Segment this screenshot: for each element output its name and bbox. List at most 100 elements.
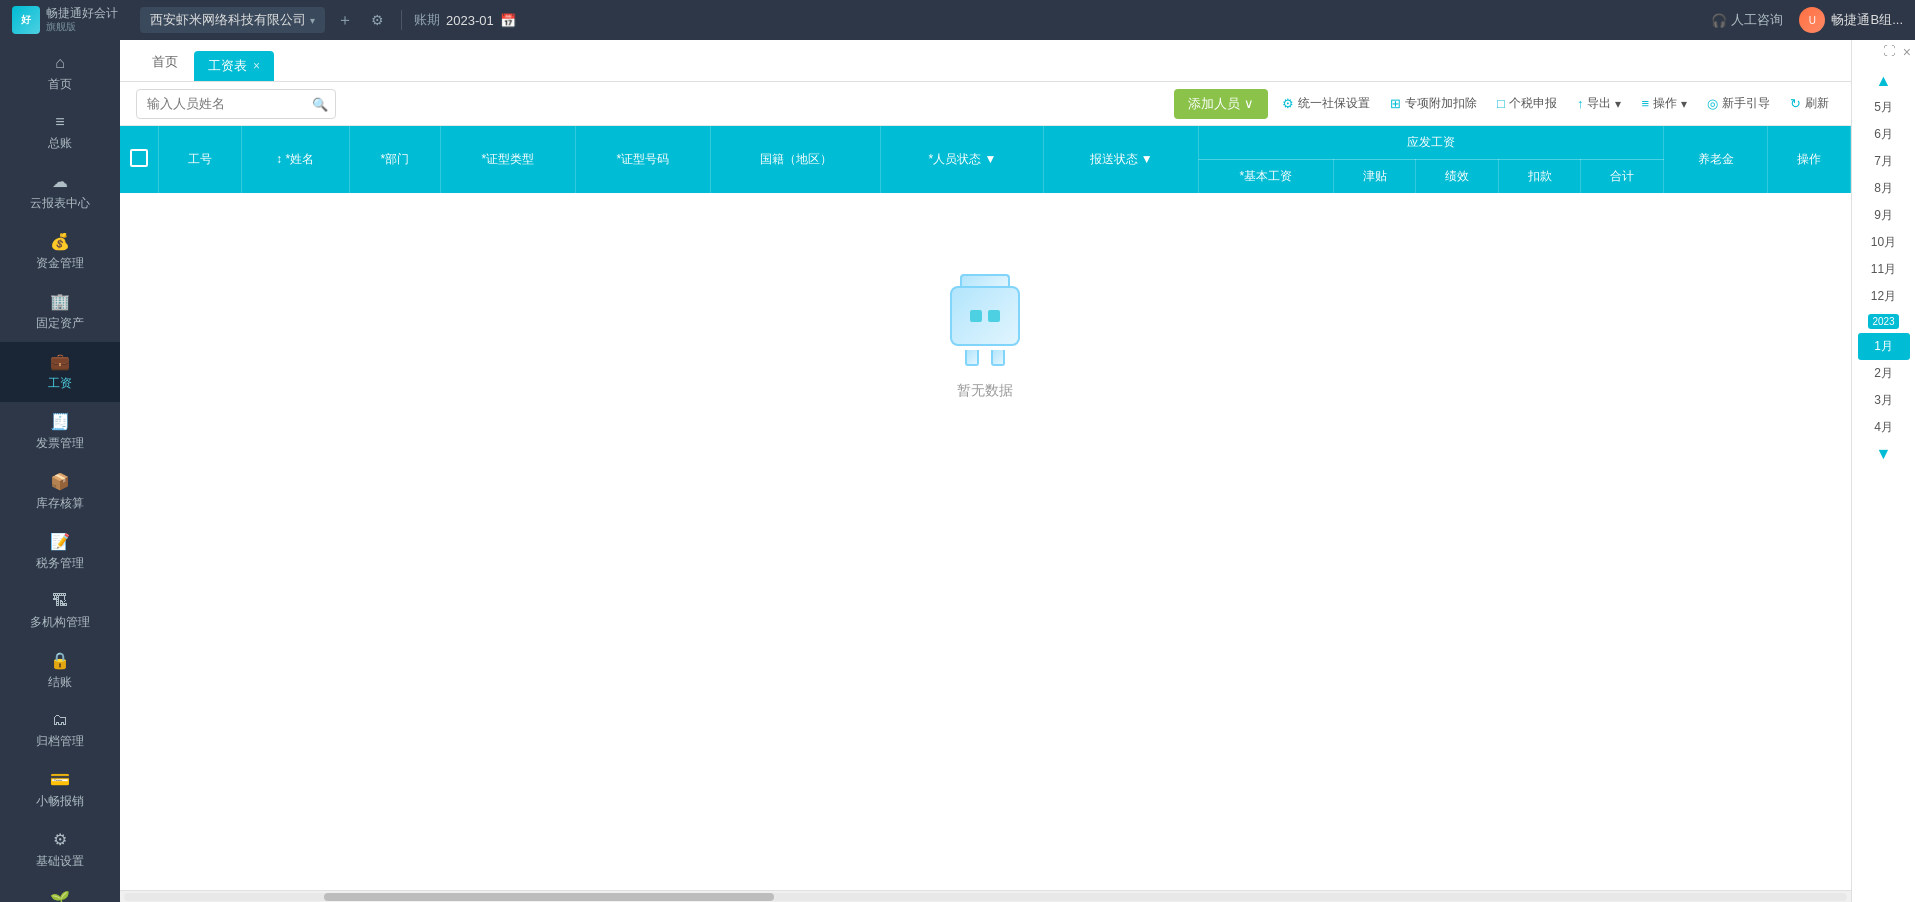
salary-table: 工号 ↕ *姓名 *部门 *证型类型 *证型号码 国籍（地区） *人员状态 ▼ … <box>120 126 1851 480</box>
tax-icon: 📝 <box>50 532 70 551</box>
th-id-no: *证型号码 <box>575 126 710 193</box>
period-area: 账期 2023-01 📅 <box>414 11 516 29</box>
cloud-report-icon: ☁ <box>52 172 68 191</box>
user-label: 畅捷通B组... <box>1831 11 1903 29</box>
sidebar-item-fixed-assets[interactable]: 🏢 固定资产 <box>0 282 120 342</box>
special-deduct-icon: ⊞ <box>1390 96 1401 111</box>
month-10[interactable]: 10月 <box>1858 229 1910 256</box>
sidebar-item-label: 首页 <box>48 76 72 93</box>
robot-eye-right <box>988 310 1000 322</box>
tab-close-icon[interactable]: × <box>253 59 260 73</box>
search-input[interactable] <box>136 89 336 119</box>
add-person-chevron-icon: ∨ <box>1244 96 1254 111</box>
company-chevron-icon: ▾ <box>310 15 315 26</box>
month-11[interactable]: 11月 <box>1858 256 1910 283</box>
th-status[interactable]: *人员状态 ▼ <box>881 126 1044 193</box>
app-name: 畅捷通好会计 旗舰版 <box>46 6 118 34</box>
new-guide-button[interactable]: ◎ 新手引导 <box>1701 91 1776 116</box>
month-4[interactable]: 4月 <box>1858 414 1910 441</box>
refresh-icon: ↻ <box>1790 96 1801 111</box>
refresh-button[interactable]: ↻ 刷新 <box>1784 91 1835 116</box>
scroll-track[interactable] <box>124 893 1847 901</box>
month-6[interactable]: 6月 <box>1858 121 1910 148</box>
robot-leg-left <box>965 350 979 366</box>
special-deduct-button[interactable]: ⊞ 专项附加扣除 <box>1384 91 1483 116</box>
sidebar-item-invoice[interactable]: 🧾 发票管理 <box>0 402 120 462</box>
scroll-up-icon[interactable]: ▲ <box>1872 68 1896 94</box>
social-settings-button[interactable]: ⚙ 统一社保设置 <box>1276 91 1376 116</box>
robot-body <box>950 286 1020 346</box>
main-layout: ⌂ 首页 ≡ 总账 ☁ 云报表中心 💰 资金管理 🏢 固定资产 💼 工资 🧾 发… <box>0 40 1915 902</box>
tab-salary[interactable]: 工资表 × <box>194 51 274 81</box>
select-all-checkbox[interactable] <box>130 149 148 167</box>
sidebar-item-settings[interactable]: ⚙ 基础设置 <box>0 820 120 880</box>
month-7[interactable]: 7月 <box>1858 148 1910 175</box>
social-settings-icon: ⚙ <box>1282 96 1294 111</box>
th-checkbox[interactable] <box>120 126 159 193</box>
sidebar: ⌂ 首页 ≡ 总账 ☁ 云报表中心 💰 资金管理 🏢 固定资产 💼 工资 🧾 发… <box>0 40 120 902</box>
tax-report-button[interactable]: □ 个税申报 <box>1491 91 1563 116</box>
company-name: 西安虾米网络科技有限公司 <box>150 11 306 29</box>
scroll-thumb[interactable] <box>324 893 774 901</box>
sidebar-item-tax[interactable]: 📝 税务管理 <box>0 522 120 582</box>
settings-button[interactable]: ⚙ <box>365 8 389 32</box>
content-area: 首页 工资表 × 🔍 添加人员 ∨ ⚙ 统一社保设置 <box>120 40 1851 902</box>
operations-button[interactable]: ≡ 操作 ▾ <box>1635 91 1693 116</box>
expand-panel-icon[interactable]: ⛶ <box>1883 44 1895 58</box>
month-9[interactable]: 9月 <box>1858 202 1910 229</box>
top-header: 好 畅捷通好会计 旗舰版 西安虾米网络科技有限公司 ▾ ＋ ⚙ 账期 2023-… <box>0 0 1915 40</box>
tab-home[interactable]: 首页 <box>136 45 194 81</box>
sidebar-item-inventory[interactable]: 📦 库存核算 <box>0 462 120 522</box>
new-guide-icon: ◎ <box>1707 96 1718 111</box>
th-dept: *部门 <box>349 126 440 193</box>
th-allowance: 津贴 <box>1333 160 1416 194</box>
tax-report-icon: □ <box>1497 96 1505 111</box>
funds-icon: 💰 <box>50 232 70 251</box>
robot-head <box>960 274 1010 286</box>
month-2[interactable]: 2月 <box>1858 360 1910 387</box>
settings-sidebar-icon: ⚙ <box>53 830 67 849</box>
sidebar-item-label: 小畅报销 <box>36 793 84 810</box>
th-report-status[interactable]: 报送状态 ▼ <box>1044 126 1198 193</box>
month-12[interactable]: 12月 <box>1858 283 1910 310</box>
sidebar-item-closing[interactable]: 🔒 结账 <box>0 641 120 701</box>
sidebar-item-label: 库存核算 <box>36 495 84 512</box>
period-label: 账期 <box>414 11 440 29</box>
add-person-button[interactable]: 添加人员 ∨ <box>1174 89 1268 119</box>
sidebar-item-label: 税务管理 <box>36 555 84 572</box>
sidebar-item-multi-org[interactable]: 🏗 多机构管理 <box>0 582 120 641</box>
sidebar-item-home[interactable]: ⌂ 首页 <box>0 44 120 103</box>
month-5[interactable]: 5月 <box>1858 94 1910 121</box>
close-panel-icon[interactable]: × <box>1903 44 1911 60</box>
calendar-icon[interactable]: 📅 <box>500 13 516 28</box>
sidebar-item-funds[interactable]: 💰 资金管理 <box>0 222 120 282</box>
guide-icon: 🌱 <box>50 890 70 902</box>
month-1-active[interactable]: 1月 <box>1858 333 1910 360</box>
multi-org-icon: 🏗 <box>52 592 68 610</box>
sidebar-item-archive[interactable]: 🗂 归档管理 <box>0 701 120 760</box>
add-company-button[interactable]: ＋ <box>333 8 357 32</box>
table-container: 工号 ↕ *姓名 *部门 *证型类型 *证型号码 国籍（地区） *人员状态 ▼ … <box>120 126 1851 890</box>
period-value: 2023-01 <box>446 13 494 28</box>
month-3[interactable]: 3月 <box>1858 387 1910 414</box>
robot-leg-right <box>991 350 1005 366</box>
company-selector[interactable]: 西安虾米网络科技有限公司 ▾ <box>140 7 325 33</box>
sidebar-item-ledger[interactable]: ≡ 总账 <box>0 103 120 162</box>
export-button[interactable]: ↑ 导出 ▾ <box>1571 91 1628 116</box>
export-icon: ↑ <box>1577 96 1584 111</box>
scroll-down-icon[interactable]: ▼ <box>1872 441 1896 467</box>
month-8[interactable]: 8月 <box>1858 175 1910 202</box>
tab-bar: 首页 工资表 × <box>120 40 1851 82</box>
fixed-assets-icon: 🏢 <box>50 292 70 311</box>
th-pension: 养老金 <box>1663 126 1768 193</box>
support-button[interactable]: 🎧 人工咨询 <box>1711 11 1783 29</box>
sidebar-item-expense[interactable]: 💳 小畅报销 <box>0 760 120 820</box>
sidebar-item-salary[interactable]: 💼 工资 <box>0 342 120 402</box>
robot-eye-left <box>970 310 982 322</box>
horizontal-scrollbar[interactable] <box>120 890 1851 902</box>
archive-icon: 🗂 <box>52 711 68 729</box>
user-area[interactable]: U 畅捷通B组... <box>1799 7 1903 33</box>
sidebar-item-label: 基础设置 <box>36 853 84 870</box>
sidebar-item-cloud-report[interactable]: ☁ 云报表中心 <box>0 162 120 222</box>
sidebar-item-guide[interactable]: 🌱 新手引导 <box>0 880 120 902</box>
